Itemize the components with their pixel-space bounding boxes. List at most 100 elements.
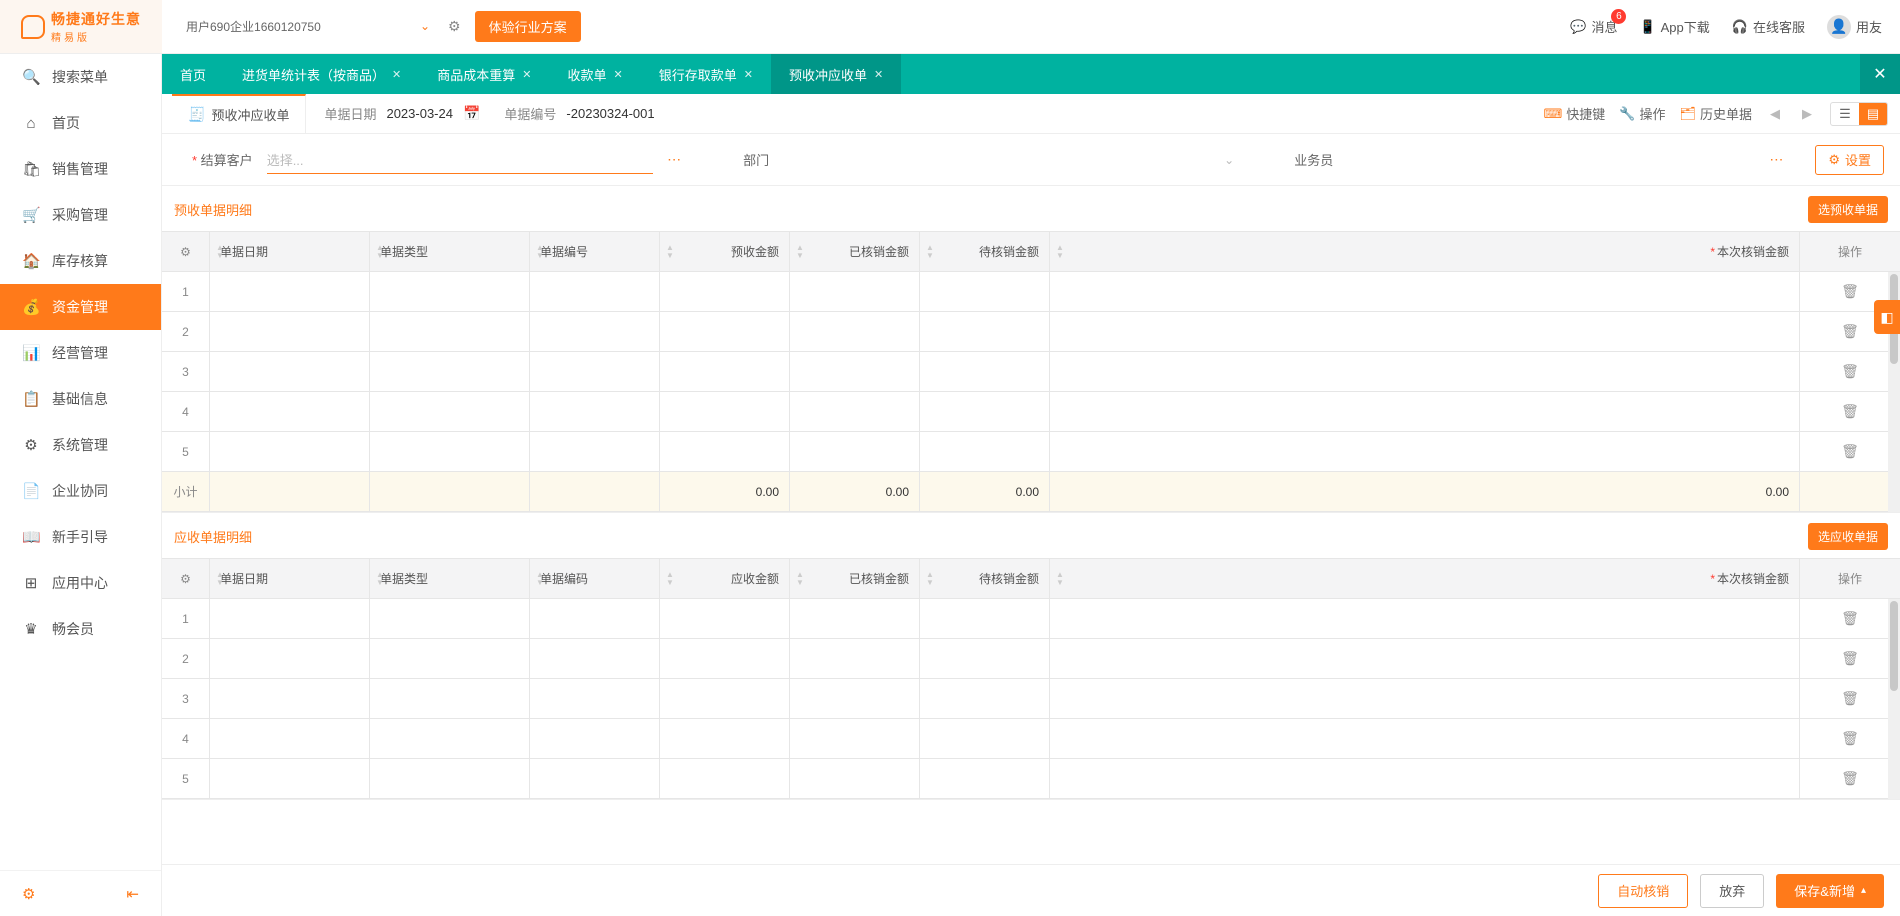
col-no[interactable]: ▲▼单据编码 bbox=[530, 559, 660, 598]
tenant-dropdown[interactable]: 用户690企业1660120750 ⌄ bbox=[178, 12, 438, 42]
sidebar-collapse-icon[interactable]: ⇤ bbox=[126, 885, 139, 903]
side-search[interactable]: 🔍搜索菜单 bbox=[0, 54, 161, 100]
delete-row-icon[interactable]: 🗑 bbox=[1841, 283, 1859, 300]
delete-row-icon[interactable]: 🗑 bbox=[1841, 403, 1859, 420]
customer-more-icon[interactable]: ⋯ bbox=[667, 151, 683, 168]
row-index: 3 bbox=[162, 352, 210, 391]
doc-date-value[interactable]: 2023-03-24 bbox=[386, 106, 453, 121]
user-menu[interactable]: 👤 用友 bbox=[1827, 15, 1882, 39]
prepaid-section: 预收单据明细 选预收单据 ⚙ ▲▼单据日期 ▲▼单据类型 ▲▼单据编号 ▲▼预收… bbox=[162, 186, 1900, 513]
side-apps[interactable]: ⊞应用中心 bbox=[0, 560, 161, 606]
operate-button[interactable]: 🔧操作 bbox=[1619, 104, 1665, 123]
tab-close-icon[interactable]: ✕ bbox=[522, 68, 531, 81]
tab-close-icon[interactable]: ✕ bbox=[874, 68, 883, 81]
delete-row-icon[interactable]: 🗑 bbox=[1841, 443, 1859, 460]
subtotal-current: 0.00 bbox=[1050, 472, 1800, 511]
grid-settings-icon[interactable]: ⚙ bbox=[162, 559, 210, 598]
delete-row-icon[interactable]: 🗑 bbox=[1841, 363, 1859, 380]
tab-close-icon[interactable]: ✕ bbox=[744, 68, 753, 81]
side-guide[interactable]: 📖新手引导 bbox=[0, 514, 161, 560]
side-system[interactable]: ⚙系统管理 bbox=[0, 422, 161, 468]
delete-row-icon[interactable]: 🗑 bbox=[1841, 730, 1859, 747]
side-finance[interactable]: 💰资金管理 bbox=[0, 284, 161, 330]
col-no[interactable]: ▲▼单据编号 bbox=[530, 232, 660, 271]
trial-industry-button[interactable]: 体验行业方案 bbox=[475, 11, 581, 42]
side-stock-icon: 🏠 bbox=[22, 252, 40, 270]
col-amount[interactable]: ▲▼应收金额 bbox=[660, 559, 790, 598]
tab-close-icon[interactable]: ✕ bbox=[392, 68, 401, 81]
grid-header: ⚙ ▲▼单据日期 ▲▼单据类型 ▲▼单据编码 ▲▼应收金额 ▲▼已核销金额 ▲▼… bbox=[162, 559, 1900, 599]
col-current[interactable]: ▲▼*本次核销金额 bbox=[1050, 232, 1800, 271]
tab-预收冲应收单[interactable]: 预收冲应收单✕ bbox=[771, 54, 901, 94]
side-basic[interactable]: 📋基础信息 bbox=[0, 376, 161, 422]
tenant-settings-icon[interactable]: ⚙ bbox=[448, 18, 461, 35]
operator-more-icon[interactable]: ⋯ bbox=[1769, 151, 1785, 168]
form-settings-button[interactable]: ⚙ 设置 bbox=[1815, 145, 1884, 175]
select-receivable-button[interactable]: 选应收单据 bbox=[1808, 523, 1888, 550]
col-current[interactable]: ▲▼*本次核销金额 bbox=[1050, 559, 1800, 598]
grid-row[interactable]: 2 🗑 bbox=[162, 312, 1900, 352]
col-pending[interactable]: ▲▼待核销金额 bbox=[920, 559, 1050, 598]
delete-row-icon[interactable]: 🗑 bbox=[1841, 650, 1859, 667]
grid-row[interactable]: 3 🗑 bbox=[162, 679, 1900, 719]
view-list-button[interactable]: ☰ bbox=[1831, 103, 1859, 125]
col-pending[interactable]: ▲▼待核销金额 bbox=[920, 232, 1050, 271]
col-written[interactable]: ▲▼已核销金额 bbox=[790, 232, 920, 271]
dept-input[interactable] bbox=[783, 146, 1210, 174]
grid-row[interactable]: 4 🗑 bbox=[162, 392, 1900, 432]
delete-row-icon[interactable]: 🗑 bbox=[1841, 323, 1859, 340]
select-prepaid-button[interactable]: 选预收单据 bbox=[1808, 196, 1888, 223]
col-date[interactable]: ▲▼单据日期 bbox=[210, 232, 370, 271]
sidebar-settings-icon[interactable]: ⚙ bbox=[22, 885, 35, 903]
col-date[interactable]: ▲▼单据日期 bbox=[210, 559, 370, 598]
col-type[interactable]: ▲▼单据类型 bbox=[370, 232, 530, 271]
operator-input[interactable] bbox=[1347, 146, 1755, 174]
side-biz[interactable]: 📊经营管理 bbox=[0, 330, 161, 376]
tab-首页[interactable]: 首页 bbox=[162, 54, 224, 94]
prev-doc-button[interactable]: ◀ bbox=[1766, 106, 1784, 122]
grid-row[interactable]: 1 🗑 bbox=[162, 272, 1900, 312]
side-stock[interactable]: 🏠库存核算 bbox=[0, 238, 161, 284]
save-and-new-button[interactable]: 保存&新增 ▴ bbox=[1776, 874, 1884, 908]
subtotal-pending: 0.00 bbox=[920, 472, 1050, 511]
grid-row[interactable]: 2 🗑 bbox=[162, 639, 1900, 679]
dept-dropdown-icon[interactable]: ⌄ bbox=[1224, 153, 1234, 167]
close-all-tabs-button[interactable]: ✕ bbox=[1860, 54, 1900, 94]
history-button[interactable]: 🗂历史单据 bbox=[1679, 104, 1752, 123]
side-sales[interactable]: 🛍销售管理 bbox=[0, 146, 161, 192]
delete-row-icon[interactable]: 🗑 bbox=[1841, 770, 1859, 787]
support-link[interactable]: 🎧 在线客服 bbox=[1732, 17, 1805, 36]
grid-row[interactable]: 5 🗑 bbox=[162, 759, 1900, 799]
delete-row-icon[interactable]: 🗑 bbox=[1841, 610, 1859, 627]
grid-row[interactable]: 1 🗑 bbox=[162, 599, 1900, 639]
side-member[interactable]: ♛畅会员 bbox=[0, 606, 161, 652]
view-form-button[interactable]: ▤ bbox=[1859, 103, 1887, 125]
tab-收款单[interactable]: 收款单✕ bbox=[549, 54, 640, 94]
tab-close-icon[interactable]: ✕ bbox=[614, 68, 623, 81]
next-doc-button[interactable]: ▶ bbox=[1798, 106, 1816, 122]
grid-row[interactable]: 5 🗑 bbox=[162, 432, 1900, 472]
col-type[interactable]: ▲▼单据类型 bbox=[370, 559, 530, 598]
calendar-icon[interactable]: 📅 bbox=[463, 105, 480, 122]
grid-row[interactable]: 3 🗑 bbox=[162, 352, 1900, 392]
side-collab[interactable]: 📄企业协同 bbox=[0, 468, 161, 514]
side-home[interactable]: ⌂首页 bbox=[0, 100, 161, 146]
side-purchase[interactable]: 🛒采购管理 bbox=[0, 192, 161, 238]
grid-scrollbar[interactable] bbox=[1888, 599, 1900, 799]
document-tab[interactable]: 🧾 预收冲应收单 bbox=[172, 94, 306, 133]
messages-link[interactable]: 💬 消息 6 bbox=[1570, 17, 1617, 36]
tab-商品成本重算[interactable]: 商品成本重算✕ bbox=[419, 54, 549, 94]
shortcut-button[interactable]: ⌨快捷键 bbox=[1543, 104, 1605, 123]
col-amount[interactable]: ▲▼预收金额 bbox=[660, 232, 790, 271]
tab-银行存取款单[interactable]: 银行存取款单✕ bbox=[641, 54, 771, 94]
grid-row[interactable]: 4 🗑 bbox=[162, 719, 1900, 759]
tab-进货单统计表（按商品）[interactable]: 进货单统计表（按商品）✕ bbox=[224, 54, 419, 94]
col-written[interactable]: ▲▼已核销金额 bbox=[790, 559, 920, 598]
auto-writeoff-button[interactable]: 自动核销 bbox=[1598, 874, 1688, 908]
delete-row-icon[interactable]: 🗑 bbox=[1841, 690, 1859, 707]
right-drawer-toggle[interactable]: ◧ bbox=[1874, 300, 1900, 334]
grid-settings-icon[interactable]: ⚙ bbox=[162, 232, 210, 271]
cancel-button[interactable]: 放弃 bbox=[1700, 874, 1764, 908]
customer-input[interactable]: 选择... bbox=[267, 146, 653, 174]
app-download-link[interactable]: 📱 App下载 bbox=[1639, 17, 1709, 36]
